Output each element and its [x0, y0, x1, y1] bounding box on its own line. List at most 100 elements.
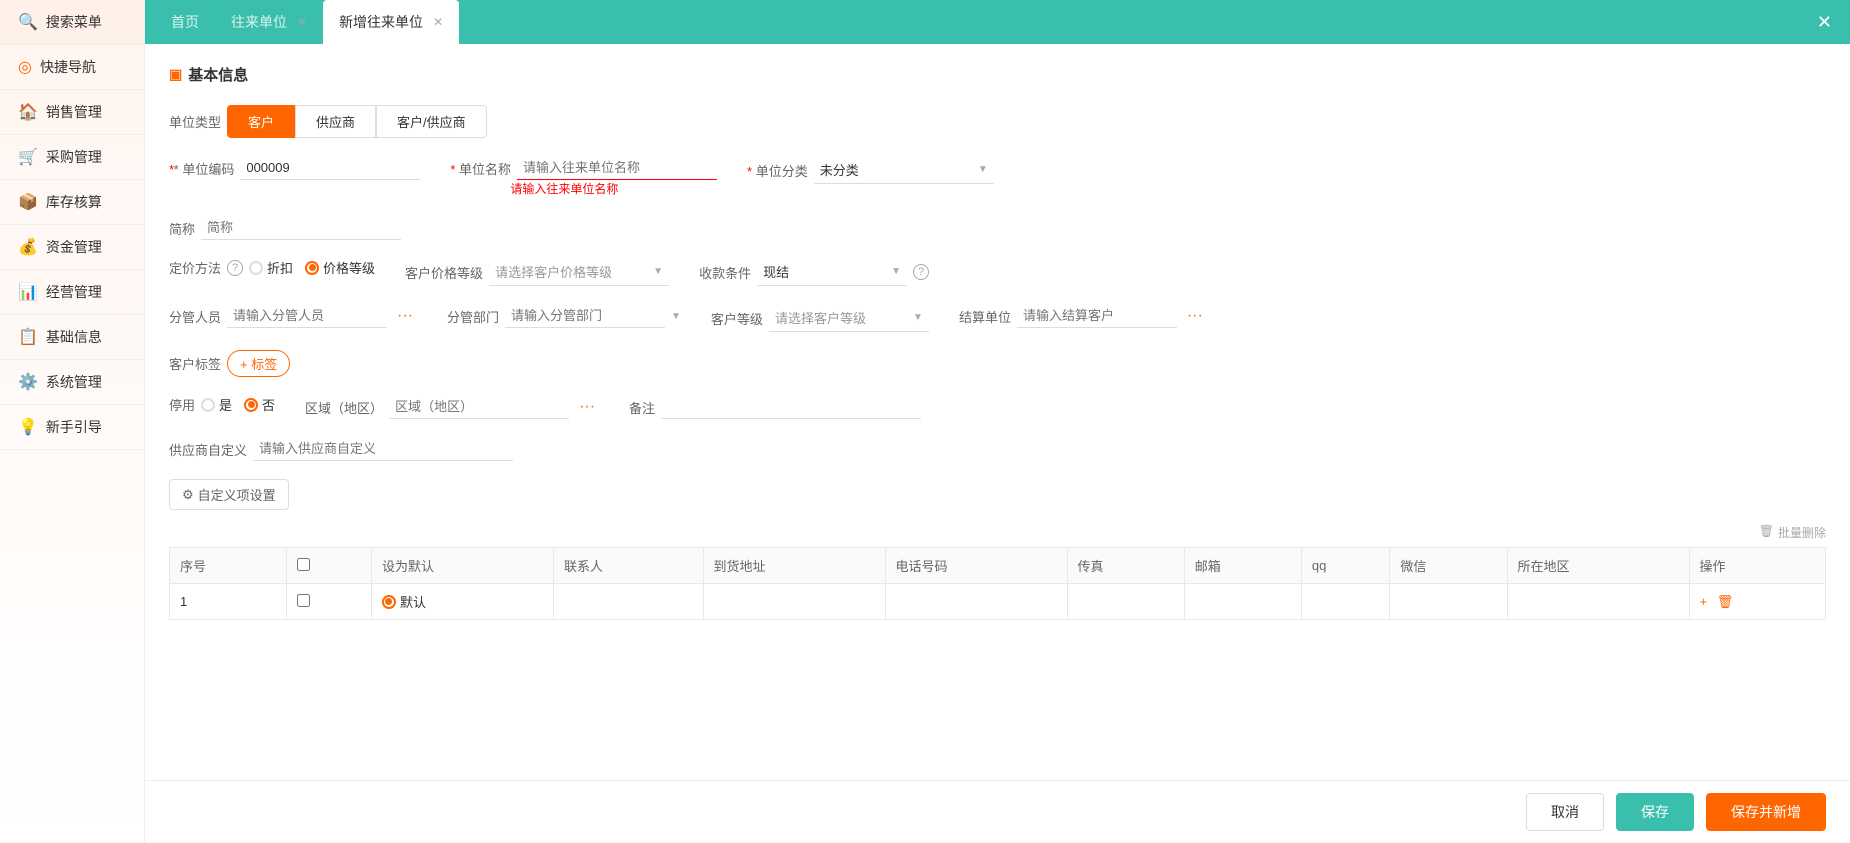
custom-settings-button[interactable]: ⚙ 自定义项设置	[169, 479, 289, 510]
close-unit-list-icon[interactable]: ✕	[297, 15, 307, 29]
sidebar-item-sales[interactable]: 🏠 销售管理	[0, 90, 144, 135]
finance-icon: 💰	[18, 237, 38, 257]
supplier-custom-row: 供应商自定义	[169, 437, 1826, 461]
area-field: 区域（地区） ···	[305, 395, 599, 419]
quick-nav-icon: ◎	[18, 57, 32, 77]
supplier-custom-field: 供应商自定义	[169, 437, 513, 461]
add-row-icon[interactable]: +	[1700, 594, 1708, 609]
unit-name-label: * 单位名称	[450, 159, 511, 178]
unit-type-group: 客户 供应商 客户/供应商	[227, 105, 487, 138]
pricing-help-icon[interactable]: ?	[227, 260, 243, 276]
row-checkbox[interactable]	[297, 594, 310, 607]
manager-label: 分管人员	[169, 307, 221, 326]
unit-type-both[interactable]: 客户/供应商	[376, 105, 487, 138]
pricing-discount-radio[interactable]	[249, 261, 263, 275]
remarks-input[interactable]	[661, 395, 921, 419]
unit-type-label: 单位类型	[169, 112, 221, 131]
unit-type-customer[interactable]: 客户	[227, 105, 295, 138]
unit-category-label: * 单位分类	[747, 161, 808, 180]
sidebar-item-operations[interactable]: 📊 经营管理	[0, 270, 144, 315]
sidebar-item-finance[interactable]: 💰 资金管理	[0, 225, 144, 270]
save-button[interactable]: 保存	[1616, 793, 1694, 831]
close-all-tabs-icon[interactable]: ✕	[1809, 8, 1840, 37]
department-label: 分管部门	[447, 307, 499, 326]
main-panel: 首页 往来单位 ✕ 新增往来单位 ✕ ✕ ▣ 基本信息 单位类型 客户 供应商	[145, 0, 1850, 843]
price-level-field: 客户价格等级 请选择客户价格等级 ▼	[405, 258, 669, 286]
payment-help-icon[interactable]: ?	[913, 264, 929, 280]
unit-code-input[interactable]	[240, 156, 420, 180]
col-address: 到货地址	[703, 548, 885, 584]
settlement-input[interactable]	[1017, 304, 1177, 328]
disabled-no-option[interactable]: 否	[244, 395, 275, 414]
manager-field: 分管人员 ···	[169, 304, 417, 328]
department-input[interactable]	[505, 304, 665, 328]
tab-add-unit[interactable]: 新增往来单位 ✕	[323, 0, 459, 44]
default-radio[interactable]	[382, 595, 396, 609]
cell-default: 默认	[371, 584, 553, 620]
department-arrow-icon: ▼	[671, 311, 681, 322]
disabled-yes-option[interactable]: 是	[201, 395, 232, 414]
payment-field: 收款条件 现结 ▼ ?	[699, 258, 929, 286]
sidebar-item-inventory[interactable]: 📦 库存核算	[0, 180, 144, 225]
cell-wechat	[1390, 584, 1507, 620]
col-contact: 联系人	[553, 548, 703, 584]
supplier-custom-input[interactable]	[253, 437, 513, 461]
supplier-custom-label: 供应商自定义	[169, 440, 247, 459]
customer-level-select[interactable]: 请选择客户等级 ▼	[769, 304, 929, 332]
close-add-unit-icon[interactable]: ✕	[433, 15, 443, 29]
pricing-level-option[interactable]: 价格等级	[305, 258, 375, 277]
batch-delete-icon: 🗑	[1759, 524, 1774, 541]
remarks-label: 备注	[629, 398, 655, 417]
payment-select[interactable]: 现结 ▼	[757, 258, 907, 286]
disabled-yes-radio[interactable]	[201, 398, 215, 412]
tab-bar: 首页 往来单位 ✕ 新增往来单位 ✕ ✕	[145, 0, 1850, 44]
section-icon: ▣	[169, 66, 182, 83]
short-name-input[interactable]	[201, 216, 401, 240]
batch-delete-area: 🗑 批量删除	[169, 524, 1826, 541]
sidebar-item-basic[interactable]: 📋 基础信息	[0, 315, 144, 360]
sidebar-item-system[interactable]: ⚙️ 系统管理	[0, 360, 144, 405]
unit-category-select[interactable]: 未分类 ▼	[814, 156, 994, 184]
unit-name-input[interactable]	[517, 156, 717, 180]
col-seq: 序号	[170, 548, 287, 584]
cell-fax	[1067, 584, 1184, 620]
pricing-discount-option[interactable]: 折扣	[249, 258, 293, 277]
add-tag-button[interactable]: + 标签	[227, 350, 290, 377]
gear-icon: ⚙	[182, 487, 194, 503]
unit-type-supplier[interactable]: 供应商	[295, 105, 376, 138]
footer: 取消 保存 保存并新增	[145, 780, 1850, 843]
pricing-level-radio[interactable]	[305, 261, 319, 275]
contacts-table: 序号 设为默认 联系人 到货地址 电话号码 传真 邮箱 qq 微信 所在地区 操…	[169, 547, 1826, 620]
delete-row-icon[interactable]: 🗑	[1717, 594, 1734, 609]
guide-icon: 💡	[18, 417, 38, 437]
sidebar-item-quick-nav[interactable]: ◎ 快捷导航	[0, 45, 144, 90]
sidebar-item-purchase[interactable]: 🛒 采购管理	[0, 135, 144, 180]
cell-qq	[1301, 584, 1389, 620]
batch-delete-button[interactable]: 批量删除	[1778, 524, 1826, 541]
pricing-label: 定价方法	[169, 258, 221, 277]
unit-code-field: * * 单位编码	[169, 156, 420, 180]
customer-level-field: 客户等级 请选择客户等级 ▼	[711, 304, 929, 332]
settlement-more-icon[interactable]: ···	[1183, 305, 1207, 327]
select-all-checkbox[interactable]	[297, 558, 310, 571]
cell-email	[1184, 584, 1301, 620]
area-more-icon[interactable]: ···	[575, 396, 599, 418]
disabled-no-radio[interactable]	[244, 398, 258, 412]
cell-contact	[553, 584, 703, 620]
manager-more-icon[interactable]: ···	[393, 305, 417, 327]
cancel-button[interactable]: 取消	[1526, 793, 1604, 831]
default-radio-item[interactable]: 默认	[382, 592, 543, 611]
disabled-area-row: 停用 是 否 区域（地区） ··· 备注	[169, 395, 1826, 419]
manager-input[interactable]	[227, 304, 387, 328]
area-input[interactable]	[389, 395, 569, 419]
price-level-select[interactable]: 请选择客户价格等级 ▼	[489, 258, 669, 286]
save-add-button[interactable]: 保存并新增	[1706, 793, 1826, 831]
pricing-row: 定价方法 ? 折扣 价格等级 客户价格等级 请选择客户价格等级	[169, 258, 1826, 286]
col-default: 设为默认	[371, 548, 553, 584]
unit-name-field: * 单位名称 请输入往来单位名称	[450, 156, 717, 198]
tab-unit-list[interactable]: 往来单位 ✕	[215, 0, 323, 44]
col-wechat: 微信	[1390, 548, 1507, 584]
sidebar-item-search[interactable]: 🔍 搜索菜单	[0, 0, 144, 45]
sidebar-item-guide[interactable]: 💡 新手引导	[0, 405, 144, 450]
tab-home[interactable]: 首页	[155, 0, 215, 44]
